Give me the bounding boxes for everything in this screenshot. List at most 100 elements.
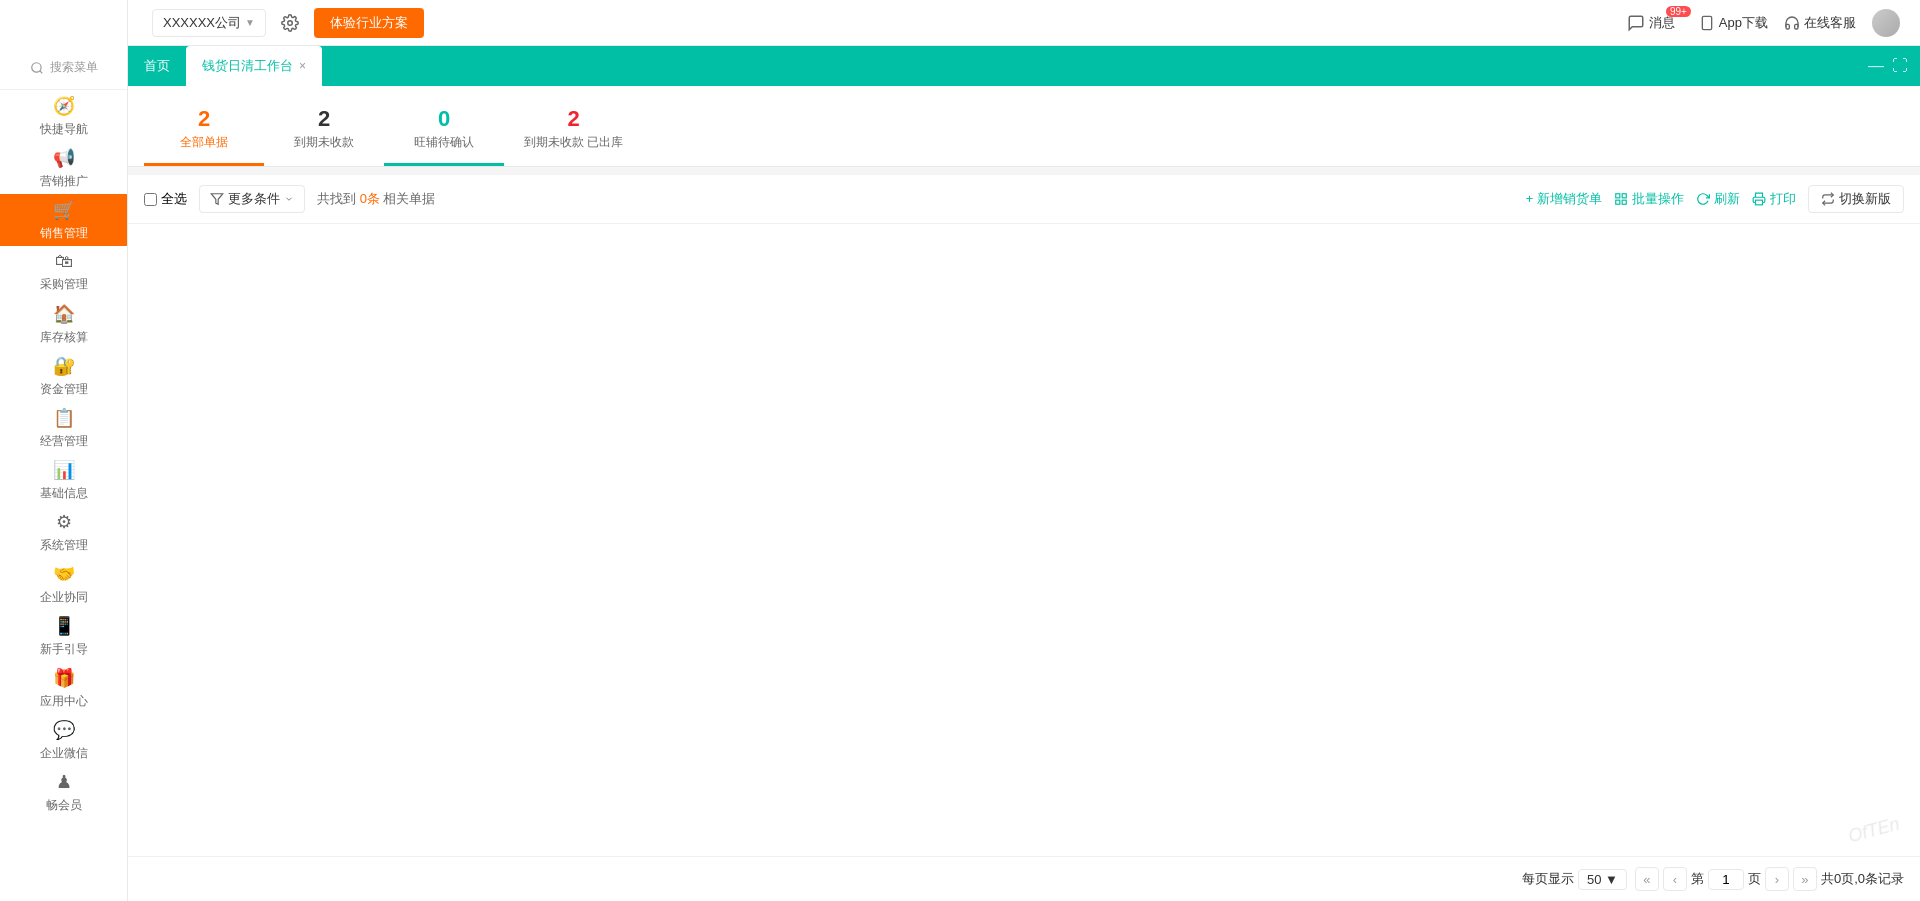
svg-point-3 — [31, 62, 40, 71]
stat-count-overdue-shipped: 2 — [524, 106, 623, 132]
svg-marker-5 — [211, 194, 223, 205]
svg-rect-10 — [1756, 200, 1763, 205]
member-icon: ♟ — [56, 771, 72, 793]
per-page-arrow: ▼ — [1605, 872, 1618, 887]
avatar-img — [1872, 9, 1900, 37]
tab-work-bench[interactable]: 钱货日清工作台 × — [186, 46, 322, 86]
user-avatar[interactable] — [1872, 9, 1904, 37]
select-all-input[interactable] — [144, 193, 157, 206]
new-version-button[interactable]: 切换新版 — [1808, 185, 1904, 213]
per-page-select[interactable]: 50 ▼ — [1578, 869, 1627, 890]
message-button[interactable]: 消息 99+ — [1619, 14, 1683, 32]
page-size-selector: 每页显示 50 ▼ — [1522, 869, 1627, 890]
top-header: 畅 畅捷通好生意 标准版 XXXXXX公司 ▼ 体验行业方案 消息 99+ — [0, 0, 1920, 46]
tab-home[interactable]: 首页 — [128, 46, 186, 86]
sidebar-item-marketing[interactable]: 📢 营销推广 — [0, 142, 127, 194]
sidebar-item-label: 采购管理 — [40, 276, 88, 293]
sidebar-item-label: 基础信息 — [40, 485, 88, 502]
total-records: 共0页,0条记录 — [1821, 870, 1904, 888]
header-right: 消息 99+ App下载 在线客服 — [1619, 9, 1904, 37]
sidebar-item-operations[interactable]: 📋 经营管理 — [0, 402, 127, 454]
sidebar-item-app-center[interactable]: 🎁 应用中心 — [0, 662, 127, 714]
sidebar-item-label: 畅会员 — [46, 797, 82, 814]
filter-button[interactable]: 更多条件 — [199, 185, 305, 213]
stat-tab-overdue[interactable]: 2 到期未收款 — [264, 98, 384, 166]
stat-label-all: 全部单据 — [164, 134, 244, 151]
sidebar-item-guide[interactable]: 📱 新手引导 — [0, 610, 127, 662]
system-icon: ⚙ — [56, 511, 72, 533]
print-button[interactable]: 打印 — [1752, 190, 1796, 208]
sidebar-item-basic-info[interactable]: 📊 基础信息 — [0, 454, 127, 506]
purchase-icon: 🛍 — [55, 251, 73, 272]
page-first-button[interactable]: « — [1635, 867, 1659, 891]
company-dropdown-icon: ▼ — [245, 17, 255, 28]
stat-tab-overdue-shipped[interactable]: 2 到期未收款 已出库 — [504, 98, 643, 166]
stat-label-pending: 旺辅待确认 — [404, 134, 484, 151]
main-content: 2 全部单据 2 到期未收款 0 旺辅待确认 2 到期未收款 已出库 全选 — [128, 86, 1920, 901]
svg-rect-9 — [1616, 200, 1620, 204]
toolbar-left: 全选 更多条件 共找到 0条 相关单据 — [144, 185, 435, 213]
new-version-label: 切换新版 — [1839, 190, 1891, 208]
sidebar-item-label: 快捷导航 — [40, 121, 88, 138]
stat-label-overdue-shipped: 到期未收款 已出库 — [524, 134, 623, 151]
sidebar-item-label: 销售管理 — [40, 225, 88, 242]
found-count: 0条 — [360, 191, 380, 206]
filter-label: 更多条件 — [228, 190, 280, 208]
sidebar-search-label: 搜索菜单 — [50, 59, 98, 76]
quick-nav-icon: 🧭 — [53, 95, 75, 117]
sidebar-item-purchase[interactable]: 🛍 采购管理 — [0, 246, 127, 298]
page-next-button[interactable]: › — [1765, 867, 1789, 891]
finance-icon: 🔐 — [53, 355, 75, 377]
sidebar-item-system[interactable]: ⚙ 系统管理 — [0, 506, 127, 558]
stat-tab-pending[interactable]: 0 旺辅待确认 — [384, 98, 504, 166]
sidebar-item-label: 应用中心 — [40, 693, 88, 710]
app-download-label: App下载 — [1719, 14, 1768, 32]
svg-rect-7 — [1622, 194, 1626, 198]
sidebar-item-wechat[interactable]: 💬 企业微信 — [0, 714, 127, 766]
tab-maximize-icon[interactable]: ⛶ — [1892, 57, 1908, 75]
sidebar-search[interactable]: 搜索菜单 — [0, 46, 127, 90]
sidebar-item-label: 系统管理 — [40, 537, 88, 554]
company-selector[interactable]: XXXXXX公司 ▼ — [152, 9, 266, 37]
batch-action-label: 批量操作 — [1632, 190, 1684, 208]
pagination: 每页显示 50 ▼ « ‹ 第 页 › » 共0页,0条记录 — [128, 856, 1920, 901]
trial-button[interactable]: 体验行业方案 — [314, 8, 424, 38]
settings-button[interactable] — [274, 7, 306, 39]
sidebar-item-enterprise[interactable]: 🤝 企业协同 — [0, 558, 127, 610]
page-last-button[interactable]: » — [1793, 867, 1817, 891]
per-page-label: 每页显示 — [1522, 870, 1574, 888]
per-page-value: 50 — [1587, 872, 1601, 887]
page-suffix: 页 — [1748, 870, 1761, 888]
app-download-button[interactable]: App下载 — [1699, 14, 1768, 32]
sidebar-item-member[interactable]: ♟ 畅会员 — [0, 766, 127, 818]
found-text: 共找到 0条 相关单据 — [317, 190, 435, 208]
page-label: 第 — [1691, 870, 1704, 888]
tab-minimize-icon[interactable]: — — [1868, 57, 1884, 75]
stat-tab-all[interactable]: 2 全部单据 — [144, 98, 264, 166]
sidebar-item-label: 营销推广 — [40, 173, 88, 190]
sidebar-item-label: 库存核算 — [40, 329, 88, 346]
sidebar-item-sales[interactable]: 🛒 销售管理 — [0, 194, 127, 246]
enterprise-icon: 🤝 — [53, 563, 75, 585]
toolbar: 全选 更多条件 共找到 0条 相关单据 + 新增销货单 — [128, 175, 1920, 224]
online-service-button[interactable]: 在线客服 — [1784, 14, 1856, 32]
wechat-icon: 💬 — [53, 719, 75, 741]
sidebar-item-inventory[interactable]: 🏠 库存核算 — [0, 298, 127, 350]
inventory-icon: 🏠 — [53, 303, 75, 325]
tab-close-icon[interactable]: × — [299, 59, 306, 73]
svg-rect-6 — [1616, 194, 1620, 198]
sidebar-item-finance[interactable]: 🔐 资金管理 — [0, 350, 127, 402]
batch-action-button[interactable]: 批量操作 — [1614, 190, 1684, 208]
page-number-input[interactable] — [1708, 869, 1744, 890]
toolbar-right: + 新增销货单 批量操作 刷新 — [1526, 185, 1904, 213]
add-order-button[interactable]: + 新增销货单 — [1526, 190, 1602, 208]
select-all-checkbox[interactable]: 全选 — [144, 190, 187, 208]
sidebar-item-quick-nav[interactable]: 🧭 快捷导航 — [0, 90, 127, 142]
stat-count-overdue: 2 — [284, 106, 364, 132]
sidebar-item-label: 企业微信 — [40, 745, 88, 762]
guide-icon: 📱 — [53, 615, 75, 637]
online-service-label: 在线客服 — [1804, 14, 1856, 32]
tab-home-label: 首页 — [144, 57, 170, 75]
page-prev-button[interactable]: ‹ — [1663, 867, 1687, 891]
refresh-button[interactable]: 刷新 — [1696, 190, 1740, 208]
